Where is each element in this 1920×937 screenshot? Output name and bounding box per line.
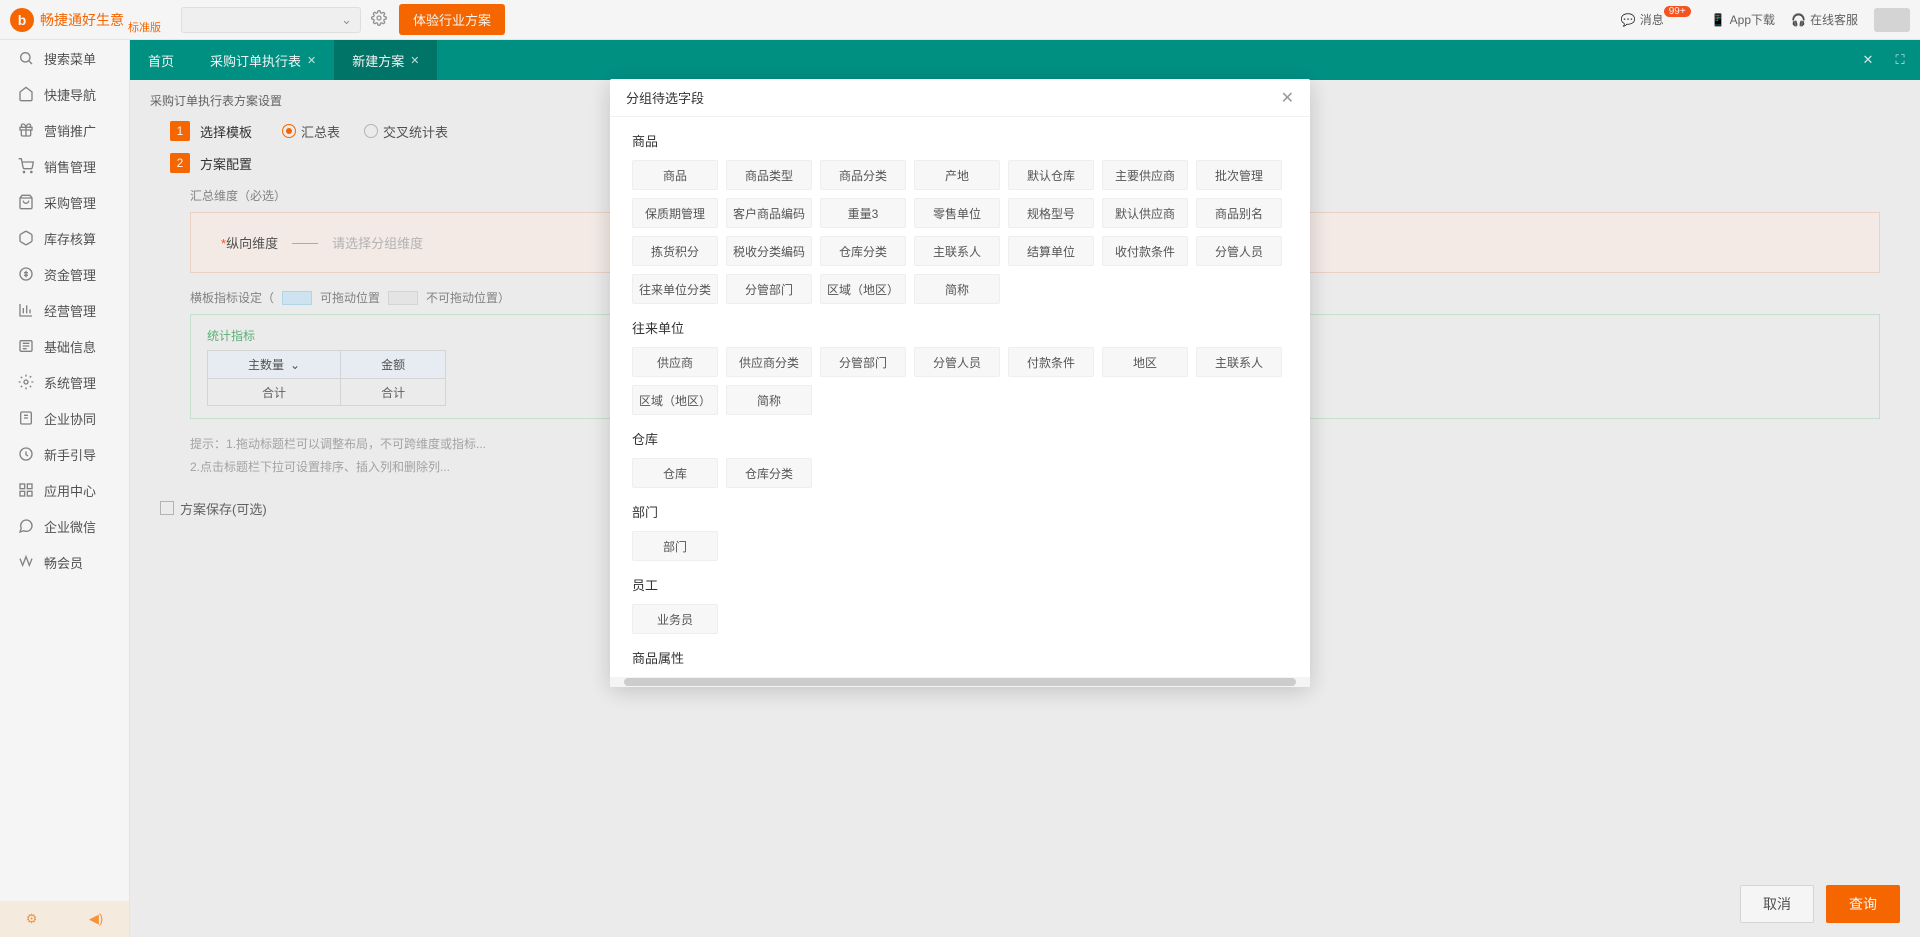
field-chip[interactable]: 仓库: [632, 458, 718, 488]
field-chip[interactable]: 批次管理: [1196, 160, 1282, 190]
field-chip[interactable]: 分管人员: [914, 347, 1000, 377]
group-title-2: 仓库: [632, 429, 1288, 448]
group-title-0: 商品: [632, 131, 1288, 150]
field-chip[interactable]: 默认供应商: [1102, 198, 1188, 228]
field-chip[interactable]: 部门: [632, 531, 718, 561]
group-title-5: 商品属性: [632, 648, 1288, 667]
field-chip[interactable]: 主要供应商: [1102, 160, 1188, 190]
modal-title: 分组待选字段: [626, 88, 704, 107]
field-chip[interactable]: 重量3: [820, 198, 906, 228]
field-chip[interactable]: 地区: [1102, 347, 1188, 377]
field-chip[interactable]: 默认仓库: [1008, 160, 1094, 190]
group-title-4: 员工: [632, 575, 1288, 594]
field-chip[interactable]: 分管部门: [726, 274, 812, 304]
field-chip[interactable]: 仓库分类: [820, 236, 906, 266]
field-chip[interactable]: 付款条件: [1008, 347, 1094, 377]
field-chip[interactable]: 产地: [914, 160, 1000, 190]
field-chip[interactable]: 客户商品编码: [726, 198, 812, 228]
field-chip[interactable]: 收付款条件: [1102, 236, 1188, 266]
field-chip[interactable]: 主联系人: [1196, 347, 1282, 377]
field-chip[interactable]: 保质期管理: [632, 198, 718, 228]
group-title-1: 往来单位: [632, 318, 1288, 337]
field-chip[interactable]: 分管人员: [1196, 236, 1282, 266]
field-chip[interactable]: 商品类型: [726, 160, 812, 190]
modal-horizontal-scrollbar[interactable]: [610, 677, 1310, 687]
field-chip[interactable]: 分管部门: [820, 347, 906, 377]
field-chip[interactable]: 仓库分类: [726, 458, 812, 488]
field-chip[interactable]: 结算单位: [1008, 236, 1094, 266]
field-chip[interactable]: 简称: [726, 385, 812, 415]
field-chip[interactable]: 拣货积分: [632, 236, 718, 266]
field-chip[interactable]: 零售单位: [914, 198, 1000, 228]
group-title-3: 部门: [632, 502, 1288, 521]
field-chip[interactable]: 业务员: [632, 604, 718, 634]
close-icon[interactable]: ✕: [1281, 88, 1294, 108]
field-chip[interactable]: 区域（地区）: [820, 274, 906, 304]
field-chip[interactable]: 区域（地区）: [632, 385, 718, 415]
field-chip[interactable]: 规格型号: [1008, 198, 1094, 228]
field-chip[interactable]: 供应商分类: [726, 347, 812, 377]
field-chip[interactable]: 简称: [914, 274, 1000, 304]
field-chip[interactable]: 商品: [632, 160, 718, 190]
field-chip[interactable]: 往来单位分类: [632, 274, 718, 304]
field-picker-modal: 分组待选字段 ✕ 商品商品商品类型商品分类产地默认仓库主要供应商批次管理保质期管…: [610, 79, 1310, 687]
field-chip[interactable]: 供应商: [632, 347, 718, 377]
field-chip[interactable]: 税收分类编码: [726, 236, 812, 266]
field-chip[interactable]: 主联系人: [914, 236, 1000, 266]
field-chip[interactable]: 商品别名: [1196, 198, 1282, 228]
modal-body[interactable]: 商品商品商品类型商品分类产地默认仓库主要供应商批次管理保质期管理客户商品编码重量…: [610, 117, 1310, 677]
field-chip[interactable]: 商品分类: [820, 160, 906, 190]
